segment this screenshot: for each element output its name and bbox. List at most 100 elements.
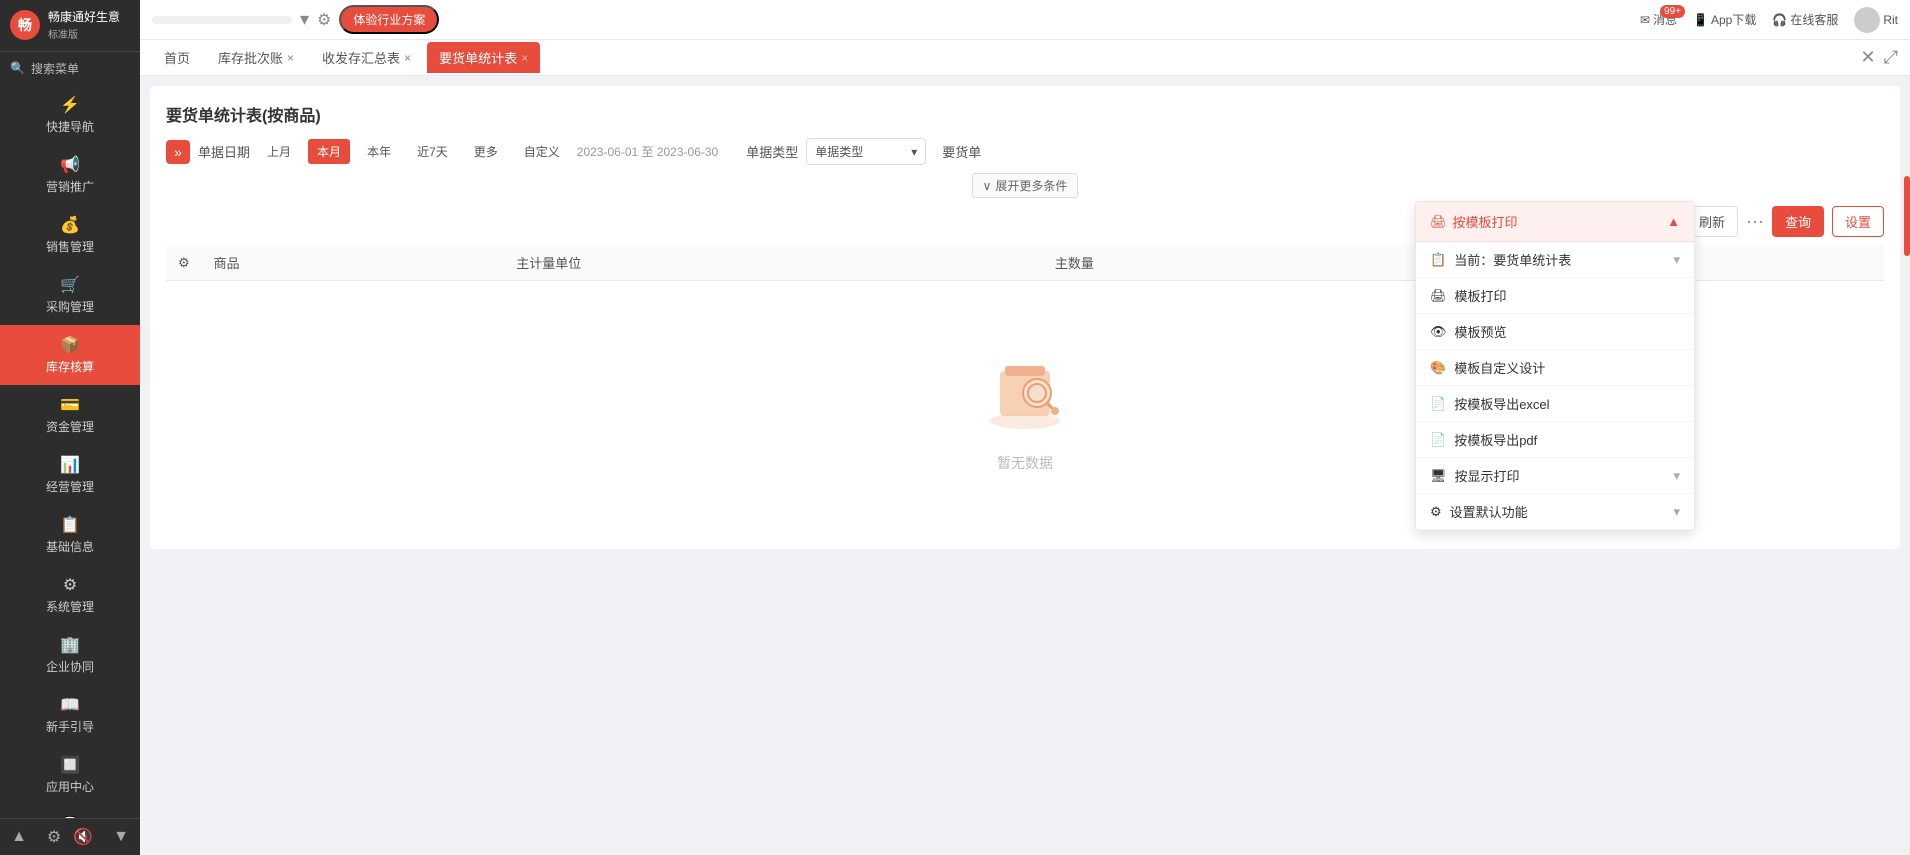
empty-icon bbox=[975, 341, 1075, 441]
sidebar-item-quick-nav[interactable]: ⚡ 快捷导航 bbox=[0, 85, 140, 145]
sidebar-mute-icon[interactable]: 🔇 bbox=[73, 827, 93, 847]
default-func-label-area: ⚙ 设置默认功能 bbox=[1430, 502, 1528, 521]
tab-inventory-batch-close[interactable]: × bbox=[287, 51, 294, 65]
export-excel-icon: 📄 bbox=[1430, 396, 1446, 412]
tab-inventory-batch[interactable]: 库存批次账 × bbox=[206, 42, 306, 73]
message-btn[interactable]: ✉ 消息 99+ bbox=[1640, 11, 1677, 28]
template-preview-icon: 👁 bbox=[1430, 324, 1447, 340]
table-gear-icon[interactable]: ⚙ bbox=[178, 255, 190, 270]
sidebar-item-label: 资金管理 bbox=[46, 418, 94, 435]
more-date-btn[interactable]: 更多 bbox=[465, 139, 507, 164]
expand-more-btn[interactable]: ∨ 展开更多条件 bbox=[972, 173, 1079, 198]
sidebar-item-label: 应用中心 bbox=[46, 778, 94, 795]
expand-icon: ∨ bbox=[983, 179, 992, 193]
scrollbar-thumb[interactable] bbox=[1904, 176, 1910, 256]
settings-btn-label: 设置 bbox=[1845, 215, 1871, 230]
logo-icon: 畅 bbox=[10, 10, 40, 40]
sidebar-item-enterprise[interactable]: 🏢 企业协同 bbox=[0, 625, 140, 685]
sidebar-item-wechat[interactable]: 💬 企业微信 bbox=[0, 805, 140, 818]
tab-actions: ✕ ⤢ bbox=[1861, 47, 1899, 68]
sidebar-item-guide[interactable]: 📖 新手引导 bbox=[0, 685, 140, 745]
sidebar-item-purchase[interactable]: 🛒 采购管理 bbox=[0, 265, 140, 325]
more-options-btn[interactable]: ··· bbox=[1746, 211, 1764, 232]
online-service-btn[interactable]: 🎧 在线客服 bbox=[1772, 11, 1838, 28]
scroll-down-btn[interactable]: ▼ bbox=[112, 828, 130, 846]
purchase-icon: 🛒 bbox=[60, 275, 80, 295]
current-template-label: 当前：要货单统计表 bbox=[1454, 250, 1571, 269]
sidebar-item-label: 营销推广 bbox=[46, 178, 94, 195]
tab-receivable-summary-close[interactable]: × bbox=[404, 51, 411, 65]
table-col-gear[interactable]: ⚙ bbox=[166, 245, 202, 281]
template-preview-item[interactable]: 👁 模板预览 bbox=[1416, 314, 1694, 350]
table-col-product: 商品 bbox=[202, 245, 505, 281]
sidebar-item-appstore[interactable]: 🔲 应用中心 bbox=[0, 745, 140, 805]
date-filter-label: 单据日期 bbox=[198, 142, 250, 161]
marketing-icon: 📢 bbox=[60, 155, 80, 175]
sidebar-search[interactable]: 🔍 搜索菜单 bbox=[0, 52, 140, 85]
message-icon: ✉ bbox=[1640, 13, 1650, 27]
default-func-item[interactable]: ⚙ 设置默认功能 ▾ bbox=[1416, 494, 1694, 530]
tab-receivable-summary-label: 收发存汇总表 bbox=[322, 48, 400, 67]
export-excel-item[interactable]: 📄 按模板导出excel bbox=[1416, 386, 1694, 422]
sidebar-item-label: 基础信息 bbox=[46, 538, 94, 555]
template-design-item[interactable]: 🎨 模板自定义设计 bbox=[1416, 350, 1694, 386]
print-dropdown-close-arrow[interactable]: ▲ bbox=[1667, 214, 1680, 229]
query-btn[interactable]: 查询 bbox=[1772, 206, 1824, 237]
display-print-item[interactable]: 🖥 按显示打印 ▾ bbox=[1416, 458, 1694, 494]
sidebar-item-basic[interactable]: 📋 基础信息 bbox=[0, 505, 140, 565]
sidebar-item-operations[interactable]: 📊 经营管理 bbox=[0, 445, 140, 505]
sidebar: 畅 畅康通好生意 标准版 🔍 搜索菜单 ⚡ 快捷导航 📢 营销推广 💰 销售管理… bbox=[0, 0, 140, 855]
custom-date-btn[interactable]: 自定义 bbox=[515, 139, 569, 164]
tab-order-stats-close[interactable]: × bbox=[521, 51, 528, 65]
template-design-icon: 🎨 bbox=[1430, 360, 1446, 376]
print-dropdown-title-area: 🖨 按模板打印 bbox=[1430, 212, 1518, 231]
order-type-label: 单据类型 bbox=[746, 142, 798, 161]
topbar-dropdown-icon[interactable]: ▾ bbox=[300, 9, 309, 30]
template-print-item[interactable]: 🖨 模板打印 bbox=[1416, 278, 1694, 314]
message-badge: 99+ bbox=[1660, 5, 1685, 18]
tab-receivable-summary[interactable]: 收发存汇总表 × bbox=[310, 42, 423, 73]
user-area[interactable]: Rit bbox=[1854, 7, 1898, 33]
expand-tab-btn[interactable]: ⤢ bbox=[1884, 47, 1898, 68]
sidebar-item-finance[interactable]: 💳 资金管理 bbox=[0, 385, 140, 445]
tab-home-label: 首页 bbox=[164, 48, 190, 67]
online-service-label: 在线客服 bbox=[1790, 11, 1838, 28]
tab-home[interactable]: 首页 bbox=[152, 42, 202, 73]
topbar-gear-icon[interactable]: ⚙ bbox=[317, 10, 331, 30]
this-month-btn[interactable]: 本月 bbox=[308, 139, 350, 164]
last-month-btn[interactable]: 上月 bbox=[258, 139, 300, 164]
sidebar-item-inventory[interactable]: 📦 库存核算 bbox=[0, 325, 140, 385]
logo-tag: 标准版 bbox=[48, 26, 120, 41]
select-dropdown-icon: ▾ bbox=[911, 145, 917, 159]
export-pdf-icon: 📄 bbox=[1430, 432, 1446, 448]
sidebar-item-marketing[interactable]: 📢 营销推广 bbox=[0, 145, 140, 205]
scroll-up-btn[interactable]: ▲ bbox=[10, 828, 28, 846]
sidebar-item-label: 企业协同 bbox=[46, 658, 94, 675]
print-header-icon: 🖨 bbox=[1430, 214, 1447, 230]
sidebar-item-label: 快捷导航 bbox=[46, 118, 94, 135]
display-print-label: 按显示打印 bbox=[1455, 466, 1520, 485]
tab-order-stats[interactable]: 要货单统计表 × bbox=[427, 42, 540, 73]
current-template-item[interactable]: 📋 当前：要货单统计表 ▾ bbox=[1416, 242, 1694, 278]
sidebar-item-sales[interactable]: 💰 销售管理 bbox=[0, 205, 140, 265]
sales-icon: 💰 bbox=[60, 215, 80, 235]
filter-expand-btn[interactable]: » bbox=[166, 140, 190, 164]
enterprise-icon: 🏢 bbox=[60, 635, 80, 655]
sidebar-settings-icon[interactable]: ⚙ bbox=[47, 827, 61, 847]
operations-icon: 📊 bbox=[60, 455, 80, 475]
sidebar-item-system[interactable]: ⚙ 系统管理 bbox=[0, 565, 140, 625]
yh-type-label: 要货单 bbox=[942, 142, 981, 161]
app-download-label: App下载 bbox=[1711, 11, 1756, 28]
settings-btn[interactable]: 设置 bbox=[1832, 206, 1884, 237]
page-content: 要货单统计表(按商品) » 单据日期 上月 本月 本年 近7天 更多 自定义 2… bbox=[140, 76, 1910, 855]
page-title: 要货单统计表(按商品) bbox=[166, 102, 1884, 126]
order-type-select[interactable]: 单据类型 ▾ bbox=[806, 138, 926, 165]
current-template-icon: 📋 bbox=[1430, 252, 1446, 268]
app-download-btn[interactable]: 📱 App下载 bbox=[1693, 11, 1756, 28]
close-all-tabs-btn[interactable]: ✕ bbox=[1861, 47, 1876, 68]
this-year-btn[interactable]: 本年 bbox=[358, 139, 400, 164]
export-pdf-item[interactable]: 📄 按模板导出pdf bbox=[1416, 422, 1694, 458]
trial-btn[interactable]: 体验行业方案 bbox=[339, 5, 439, 34]
search-label: 搜索菜单 bbox=[31, 60, 79, 77]
last-7-days-btn[interactable]: 近7天 bbox=[408, 139, 457, 164]
